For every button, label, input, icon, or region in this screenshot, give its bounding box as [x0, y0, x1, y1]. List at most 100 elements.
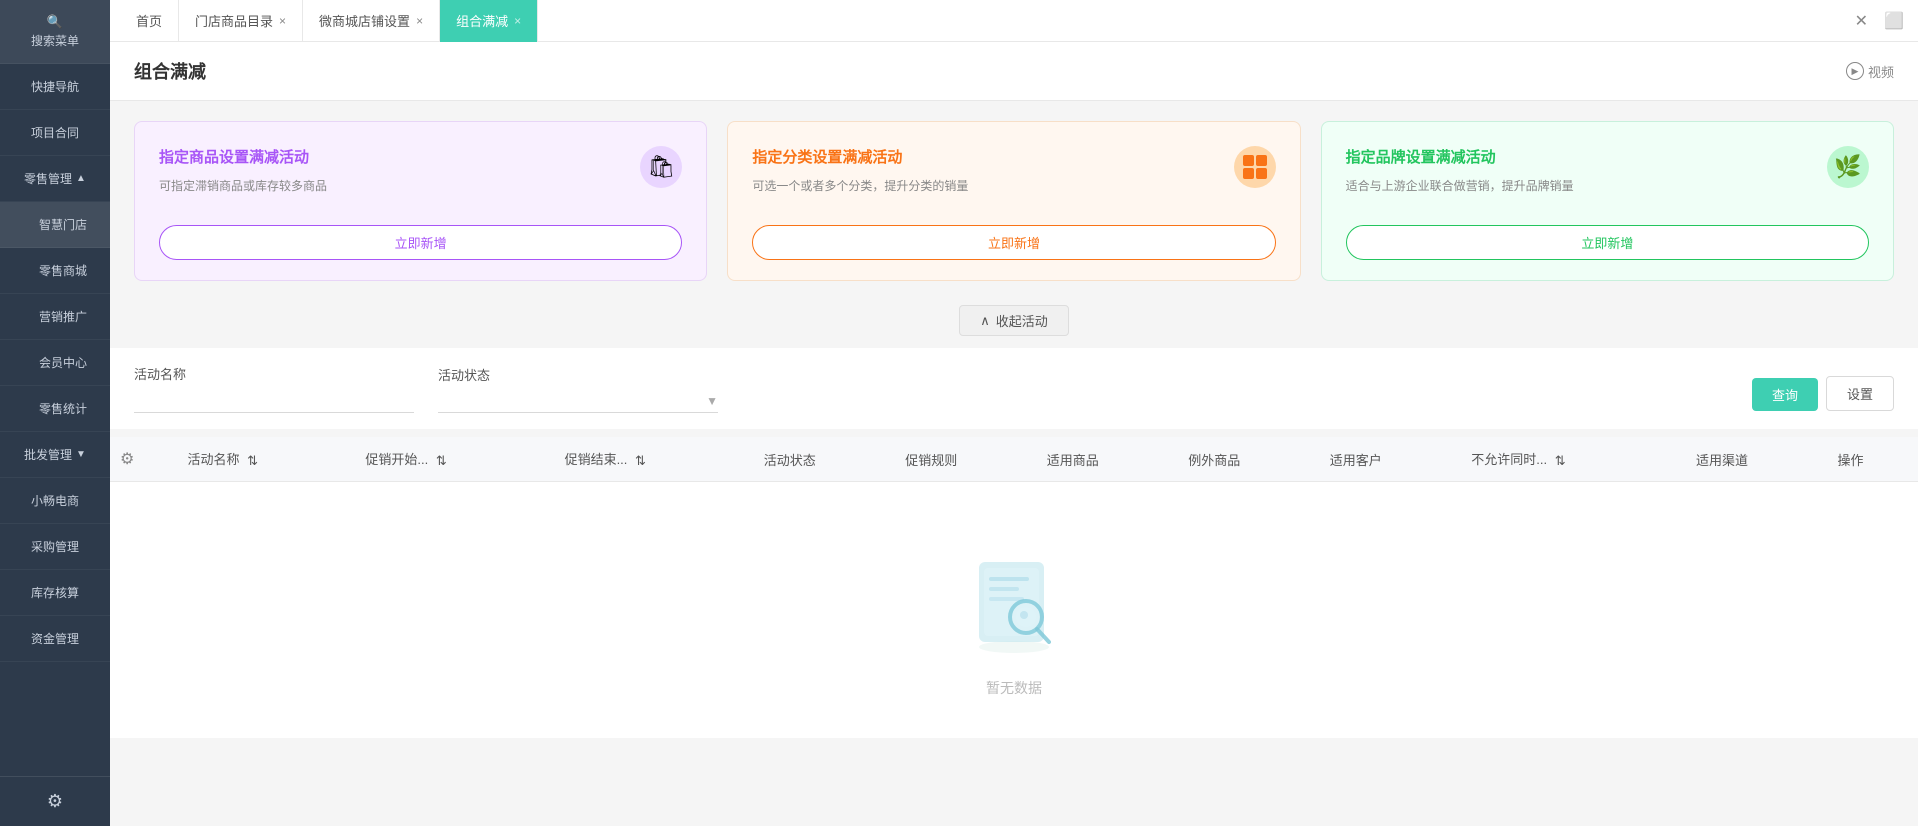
wholesale-arrow-icon: ▼	[76, 449, 86, 460]
sidebar-item-retail-stats[interactable]: 零售统计	[0, 386, 110, 432]
collapse-btn-label: 收起活动	[996, 311, 1048, 330]
th-applicable-goods: 适用商品	[1037, 437, 1179, 482]
activity-status-label: 活动状态	[438, 365, 718, 384]
sidebar-item-finance[interactable]: 资金管理	[0, 616, 110, 662]
category-card-desc: 可选一个或者多个分类，提升分类的销量	[752, 177, 1275, 207]
category-card-add-btn[interactable]: 立即新增	[752, 225, 1275, 260]
sidebar-search-label: 搜索菜单	[31, 32, 79, 49]
tab-wechat-store[interactable]: 微商城店铺设置 ×	[303, 0, 440, 42]
page-header: 组合满减 ▶ 视频	[110, 42, 1918, 101]
tab-home[interactable]: 首页	[120, 0, 179, 42]
sidebar-label-xiaochang: 小畅电商	[31, 492, 79, 509]
sidebar-item-member-center[interactable]: 会员中心	[0, 340, 110, 386]
sidebar-item-xiaochang[interactable]: 小畅电商	[0, 478, 110, 524]
filter-section: 活动名称 活动状态 ▼ 查询 设置	[110, 348, 1918, 429]
sidebar-label-retail-mall: 零售商城	[39, 262, 87, 279]
category-card: 指定分类设置满减活动 可选一个或者多个分类，提升分类的销量 立即新增	[727, 121, 1300, 281]
brand-card: 🌿 指定品牌设置满减活动 适合与上游企业联合做营销，提升品牌销量 立即新增	[1321, 121, 1894, 281]
data-table: ⚙ 活动名称 ⇅ 促销开始... ⇅ 促销结束... ⇅	[110, 437, 1918, 482]
brand-card-add-btn[interactable]: 立即新增	[1346, 225, 1869, 260]
sidebar-item-project-contract[interactable]: 项目合同	[0, 110, 110, 156]
sort-activity-name-icon: ⇅	[247, 453, 258, 469]
tab-bar: 首页 门店商品目录 × 微商城店铺设置 × 组合满减 × ✕ ⬜	[110, 0, 1918, 42]
tab-wechat-store-label: 微商城店铺设置	[319, 11, 410, 30]
sidebar-item-quick-nav[interactable]: 快捷导航	[0, 64, 110, 110]
setting-button[interactable]: 设置	[1826, 376, 1894, 411]
sidebar-settings-btn[interactable]: ⚙	[0, 776, 110, 826]
activity-status-field: 活动状态 ▼	[438, 365, 718, 413]
product-card-add-btn[interactable]: 立即新增	[159, 225, 682, 260]
sidebar-item-purchase-mgmt[interactable]: 采购管理	[0, 524, 110, 570]
cards-section: 🛍 指定商品设置满减活动 可指定滞销商品或库存较多商品 立即新增 指定分类设置满…	[110, 101, 1918, 301]
tab-store-catalog[interactable]: 门店商品目录 ×	[179, 0, 303, 42]
sidebar-item-inventory[interactable]: 库存核算	[0, 570, 110, 616]
sidebar-label-quick-nav: 快捷导航	[31, 78, 79, 95]
main-area: 首页 门店商品目录 × 微商城店铺设置 × 组合满减 × ✕ ⬜ 组合满减 ▶ …	[110, 0, 1918, 826]
sidebar-search[interactable]: 🔍 搜索菜单	[0, 0, 110, 64]
video-label: 视频	[1868, 62, 1894, 81]
sidebar-label-retail-mgmt: 零售管理	[24, 170, 72, 187]
collapse-chevron-icon: ∧	[980, 313, 990, 329]
activity-name-label: 活动名称	[134, 364, 414, 383]
tab-store-catalog-close[interactable]: ×	[279, 14, 286, 28]
brand-card-title: 指定品牌设置满减活动	[1346, 146, 1869, 167]
video-play-icon: ▶	[1846, 62, 1864, 80]
tab-combo-discount-close[interactable]: ×	[514, 14, 521, 28]
video-link[interactable]: ▶ 视频	[1846, 62, 1894, 81]
search-icon: 🔍	[47, 14, 63, 30]
category-card-icon	[1234, 146, 1276, 188]
sidebar-label-finance: 资金管理	[31, 630, 79, 647]
th-promo-start[interactable]: 促销开始... ⇅	[355, 437, 554, 482]
th-operation: 操作	[1827, 437, 1918, 482]
sidebar-item-smart-store[interactable]: 智慧门店	[0, 202, 110, 248]
sort-promo-start-icon: ⇅	[436, 453, 447, 469]
tab-combo-discount[interactable]: 组合满减 ×	[440, 0, 538, 42]
th-activity-name[interactable]: 活动名称 ⇅	[177, 437, 355, 482]
brand-card-desc: 适合与上游企业联合做营销，提升品牌销量	[1346, 177, 1869, 207]
tab-home-label: 首页	[136, 11, 162, 30]
window-maximize-btn[interactable]: ⬜	[1880, 7, 1908, 35]
th-not-allow-simultaneous[interactable]: 不允许同时... ⇅	[1461, 437, 1686, 482]
category-card-title: 指定分类设置满减活动	[752, 146, 1275, 167]
activity-name-input[interactable]	[134, 389, 414, 413]
sidebar-label-project-contract: 项目合同	[31, 124, 79, 141]
sidebar-label-retail-stats: 零售统计	[39, 400, 87, 417]
product-card: 🛍 指定商品设置满减活动 可指定滞销商品或库存较多商品 立即新增	[134, 121, 707, 281]
sidebar-item-wholesale-mgmt[interactable]: 批发管理 ▼	[0, 432, 110, 478]
th-promo-rule: 促销规则	[895, 437, 1037, 482]
th-applicable-channel: 适用渠道	[1686, 437, 1828, 482]
page-content: 组合满减 ▶ 视频 🛍 指定商品设置满减活动 可指定滞销商品或库存较多商品 立即…	[110, 42, 1918, 826]
table-section: ⚙ 活动名称 ⇅ 促销开始... ⇅ 促销结束... ⇅	[110, 437, 1918, 738]
tab-bar-actions: ✕ ⬜	[1851, 7, 1908, 35]
sidebar-label-smart-store: 智慧门店	[39, 216, 87, 233]
chevron-down-icon: ▼	[706, 394, 718, 408]
product-card-desc: 可指定滞销商品或库存较多商品	[159, 177, 682, 207]
sort-promo-end-icon: ⇅	[635, 453, 646, 469]
query-button[interactable]: 查询	[1752, 378, 1818, 411]
sidebar-item-retail-mgmt[interactable]: 零售管理 ▲	[0, 156, 110, 202]
sidebar: 🔍 搜索菜单 快捷导航 项目合同 零售管理 ▲ 智慧门店 零售商城 营销推广 会…	[0, 0, 110, 826]
activity-name-field: 活动名称	[134, 364, 414, 413]
tab-wechat-store-close[interactable]: ×	[416, 14, 423, 28]
empty-illustration	[954, 542, 1074, 662]
activity-status-select[interactable]: ▼	[438, 390, 718, 413]
sidebar-label-inventory: 库存核算	[31, 584, 79, 601]
brand-card-icon: 🌿	[1827, 146, 1869, 188]
empty-text: 暂无数据	[986, 678, 1042, 698]
empty-state: 暂无数据	[110, 482, 1918, 738]
sidebar-label-marketing: 营销推广	[39, 308, 87, 325]
window-close-btn[interactable]: ✕	[1851, 7, 1872, 35]
th-promo-end[interactable]: 促销结束... ⇅	[555, 437, 754, 482]
sidebar-label-member-center: 会员中心	[39, 354, 87, 371]
table-header-row: ⚙ 活动名称 ⇅ 促销开始... ⇅ 促销结束... ⇅	[110, 437, 1918, 482]
sidebar-item-retail-mall[interactable]: 零售商城	[0, 248, 110, 294]
collapse-bar: ∧ 收起活动	[110, 301, 1918, 348]
table-gear-icon[interactable]: ⚙	[120, 451, 134, 468]
sort-simultaneous-icon: ⇅	[1555, 453, 1566, 469]
sidebar-label-wholesale-mgmt: 批发管理	[24, 446, 72, 463]
collapse-activity-btn[interactable]: ∧ 收起活动	[959, 305, 1069, 336]
retail-mgmt-arrow-icon: ▲	[76, 173, 86, 184]
sidebar-item-marketing[interactable]: 营销推广	[0, 294, 110, 340]
tab-store-catalog-label: 门店商品目录	[195, 11, 273, 30]
th-gear[interactable]: ⚙	[110, 437, 177, 482]
